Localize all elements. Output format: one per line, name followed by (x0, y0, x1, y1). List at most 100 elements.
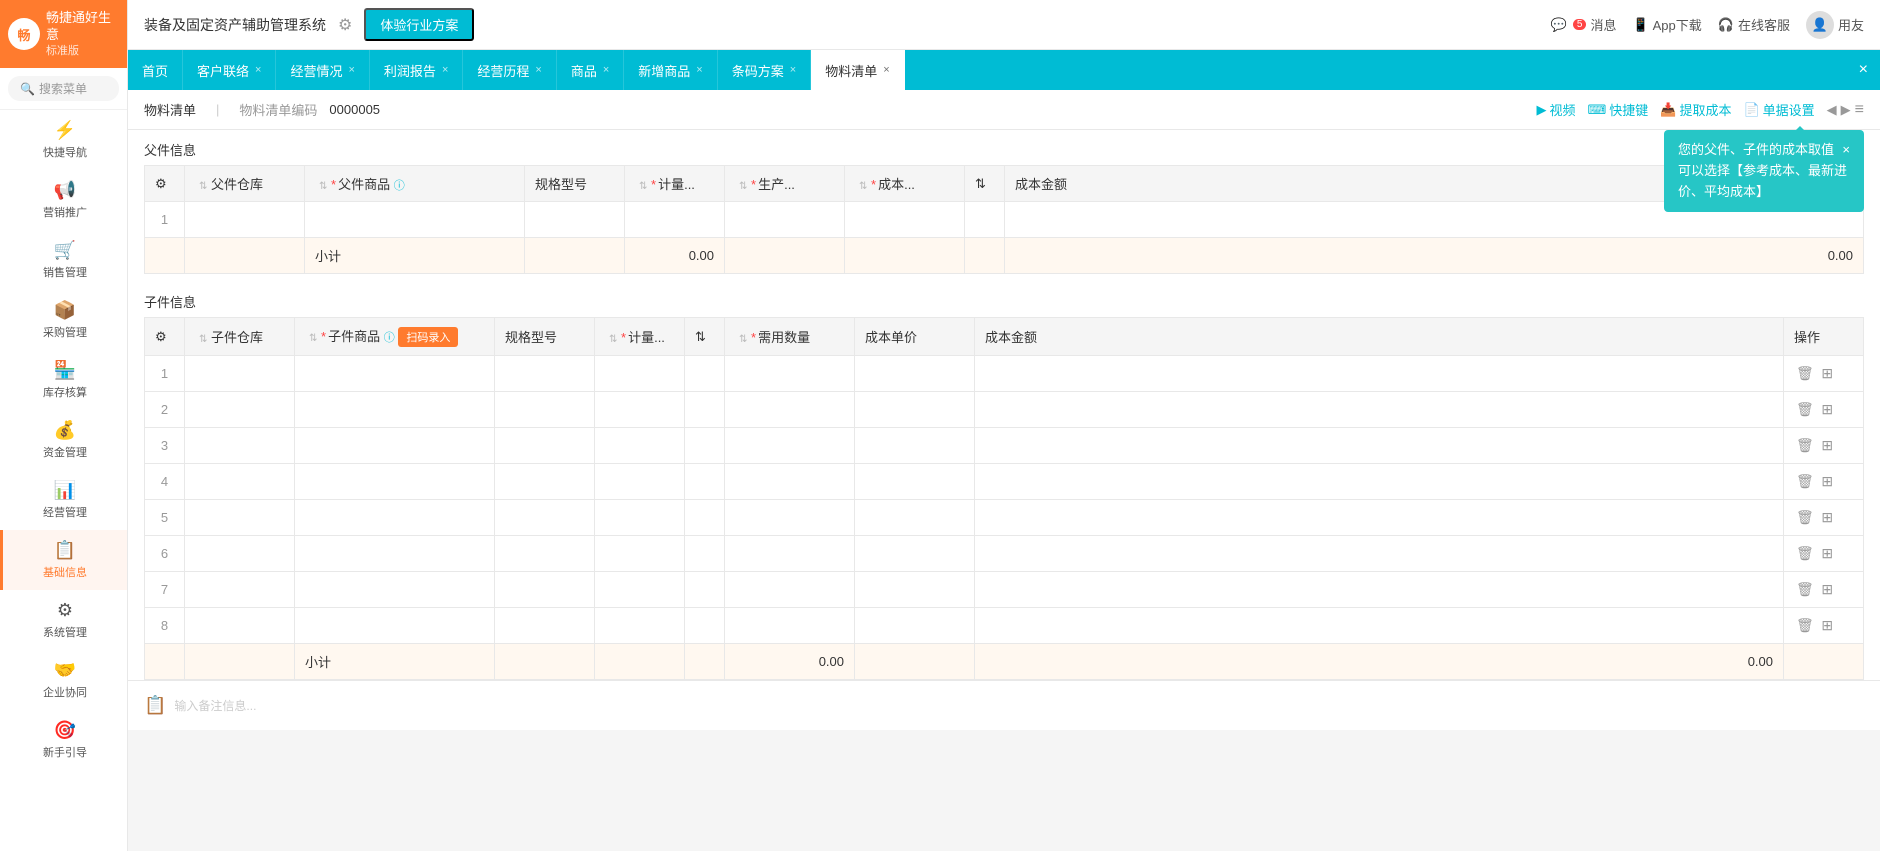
search-input-area[interactable]: 🔍 搜索菜单 (8, 76, 119, 101)
tab-profit[interactable]: 利润报告 × (370, 50, 463, 90)
sidebar-search[interactable]: 🔍 搜索菜单 (0, 68, 127, 110)
tab-bom-close[interactable]: × (883, 64, 889, 76)
child-row6-copy-icon[interactable]: ⊞ (1821, 545, 1833, 561)
child-row1-needed-qty[interactable] (725, 356, 855, 392)
child-row1-warehouse[interactable] (185, 356, 295, 392)
child-th-empty: ⇅ (685, 318, 725, 356)
tab-home[interactable]: 首页 (128, 50, 183, 90)
child-section-title: 子件信息 (144, 282, 1864, 317)
tab-profit-close[interactable]: × (442, 64, 448, 76)
tab-new-goods[interactable]: 新增商品 × (624, 50, 717, 90)
parent-cell-spec[interactable] (525, 202, 625, 238)
app-download-icon: 📱 (1632, 17, 1648, 33)
nav-next-icon[interactable]: ▶ (1841, 102, 1851, 118)
child-row1-unit-cost[interactable] (855, 356, 975, 392)
child-th-settings[interactable]: ⚙ (145, 318, 185, 356)
sidebar-item-inventory[interactable]: 🏪 库存核算 (0, 350, 127, 410)
child-table: ⚙ ⇅ 子件仓库 ⇅ *子件商品 ⓘ 扫码录入 (144, 317, 1864, 680)
child-th-unit: ⇅ *计量... (595, 318, 685, 356)
user-area[interactable]: 👤 用友 (1806, 11, 1864, 39)
child-row3-delete-icon[interactable]: 🗑 (1796, 437, 1814, 453)
child-row1-goods[interactable] (295, 356, 495, 392)
child-row6-delete-icon[interactable]: 🗑 (1796, 545, 1814, 561)
sidebar-item-basic-info[interactable]: 📋 基础信息 (0, 530, 127, 590)
tab-barcode-label: 条码方案 (732, 61, 784, 80)
sidebar-item-purchase[interactable]: 📦 采购管理 (0, 290, 127, 350)
tab-goods-close[interactable]: × (603, 64, 609, 76)
tab-operations-close[interactable]: × (348, 64, 354, 76)
tab-bom[interactable]: 物料清单 × (811, 50, 904, 90)
child-row8-copy-icon[interactable]: ⊞ (1821, 617, 1833, 633)
child-th-cost-amount: 成本金额 (975, 318, 1784, 356)
sidebar-item-quick-nav[interactable]: ⚡ 快捷导航 (0, 110, 127, 170)
tab-history[interactable]: 经营历程 × (463, 50, 556, 90)
child-row3-copy-icon[interactable]: ⊞ (1821, 437, 1833, 453)
sidebar-item-operation[interactable]: 📊 经营管理 (0, 470, 127, 530)
parent-cell-production[interactable] (725, 202, 845, 238)
child-table-row: 2 🗑 ⊞ (145, 392, 1864, 428)
parent-cell-unit[interactable] (625, 202, 725, 238)
sidebar-item-marketing[interactable]: 📢 营销推广 (0, 170, 127, 230)
parent-subtotal-row: 小计 0.00 0.00 (145, 238, 1864, 274)
child-row1-copy-icon[interactable]: ⊞ (1821, 365, 1833, 381)
child-row1-unit[interactable] (595, 356, 685, 392)
parent-th-production-label: *生产... (751, 177, 795, 192)
child-table-row: 4 🗑 ⊞ (145, 464, 1864, 500)
child-row2-copy-icon[interactable]: ⊞ (1821, 401, 1833, 417)
child-row5-copy-icon[interactable]: ⊞ (1821, 509, 1833, 525)
action-extract-cost[interactable]: 📥 提取成本 (1660, 100, 1731, 119)
child-row1-delete-icon[interactable]: 🗑 (1796, 365, 1814, 381)
parent-cell-empty (965, 202, 1005, 238)
shortcut-label: 快捷键 (1609, 100, 1648, 119)
parent-cell-goods[interactable] (305, 202, 525, 238)
sidebar-item-guide[interactable]: 🎯 新手引导 (0, 710, 127, 770)
invoice-settings-icon: 📄 (1743, 102, 1759, 118)
app-download-button[interactable]: 📱 App下载 (1632, 15, 1701, 34)
finance-label: 资金管理 (43, 444, 87, 460)
tab-history-close[interactable]: × (535, 64, 541, 76)
action-video[interactable]: ▶ 视频 (1536, 100, 1575, 119)
message-button[interactable]: 💬 5 消息 (1551, 15, 1617, 34)
child-row2-delete-icon[interactable]: 🗑 (1796, 401, 1814, 417)
tab-customers-close[interactable]: × (255, 64, 261, 76)
action-invoice-settings[interactable]: 📄 单据设置 (1743, 100, 1814, 119)
tooltip-close-button[interactable]: × (1842, 140, 1850, 161)
sidebar-item-finance[interactable]: 💰 资金管理 (0, 410, 127, 470)
parent-th-settings[interactable]: ⚙ (145, 166, 185, 202)
tab-barcode-close[interactable]: × (790, 64, 796, 76)
sidebar-item-sales[interactable]: 🛒 销售管理 (0, 230, 127, 290)
menu-icon[interactable]: ≡ (1855, 101, 1864, 119)
parent-section: 父件信息 ⚙ ⇅ 父件仓库 ⇅ (128, 130, 1880, 274)
child-table-row: 3 🗑 ⊞ (145, 428, 1864, 464)
note-placeholder[interactable]: 输入备注信息... (174, 697, 256, 714)
child-row7-delete-icon[interactable]: 🗑 (1796, 581, 1814, 597)
parent-cell-cost[interactable] (845, 202, 965, 238)
child-row8-delete-icon[interactable]: 🗑 (1796, 617, 1814, 633)
child-row1-cost-amount (975, 356, 1784, 392)
scan-button[interactable]: 扫码录入 (398, 327, 458, 347)
sidebar-item-system[interactable]: ⚙ 系统管理 (0, 590, 127, 650)
trial-button[interactable]: 体验行业方案 (364, 8, 474, 41)
operation-label: 经营管理 (43, 504, 87, 520)
online-service-button[interactable]: 🎧 在线客服 (1718, 15, 1790, 34)
topbar-gear-icon[interactable]: ⚙ (338, 15, 352, 35)
parent-cell-warehouse[interactable] (185, 202, 305, 238)
parent-th-goods: ⇅ *父件商品 ⓘ (305, 166, 525, 202)
tab-goods[interactable]: 商品 × (557, 50, 624, 90)
child-table-row: 8 🗑 ⊞ (145, 608, 1864, 644)
child-section: 子件信息 ⚙ ⇅ 子件仓库 ⇅ (128, 282, 1880, 680)
tab-operations[interactable]: 经营情况 × (276, 50, 369, 90)
tab-customers[interactable]: 客户联络 × (183, 50, 276, 90)
child-row5-delete-icon[interactable]: 🗑 (1796, 509, 1814, 525)
nav-prev-icon[interactable]: ◀ (1827, 102, 1837, 118)
tab-barcode[interactable]: 条码方案 × (718, 50, 811, 90)
topbar: 装备及固定资产辅助管理系统 ⚙ 体验行业方案 💬 5 消息 📱 App下载 🎧 … (128, 0, 1880, 50)
sidebar-item-enterprise[interactable]: 🤝 企业协同 (0, 650, 127, 710)
close-all-tabs-button[interactable]: × (1847, 61, 1880, 79)
child-row4-delete-icon[interactable]: 🗑 (1796, 473, 1814, 489)
child-row7-copy-icon[interactable]: ⊞ (1821, 581, 1833, 597)
action-shortcut[interactable]: ⌨ 快捷键 (1587, 100, 1648, 119)
child-row4-copy-icon[interactable]: ⊞ (1821, 473, 1833, 489)
child-row1-spec[interactable] (495, 356, 595, 392)
tab-new-goods-close[interactable]: × (696, 64, 702, 76)
